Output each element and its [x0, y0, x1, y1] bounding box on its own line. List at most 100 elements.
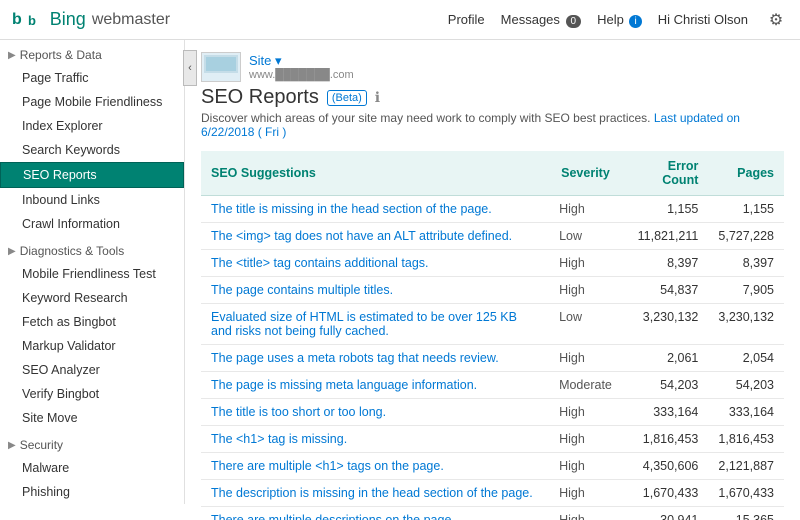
sidebar-group-security[interactable]: ▶ Security	[0, 430, 184, 456]
cell-error-count: 54,837	[622, 277, 709, 304]
table-row: The <img> tag does not have an ALT attri…	[201, 223, 784, 250]
cell-severity: High	[549, 277, 622, 304]
sidebar-item-site-move[interactable]: Site Move	[0, 406, 184, 430]
chevron-down-icon: ▶	[8, 440, 16, 451]
header: b b Bing webmaster Profile Messages 0 He…	[0, 0, 800, 40]
sidebar-section-diagnostics: ▶ Diagnostics & Tools Mobile Friendlines…	[0, 236, 184, 430]
cell-severity: Moderate	[549, 372, 622, 399]
site-header: Site ▾ www.███████.com	[201, 52, 784, 82]
cell-suggestion[interactable]: The page contains multiple titles.	[201, 277, 549, 304]
cell-suggestion[interactable]: The description is missing in the head s…	[201, 480, 549, 507]
sidebar-item-page-mobile-friendliness[interactable]: Page Mobile Friendliness	[0, 90, 184, 114]
cell-severity: High	[549, 250, 622, 277]
sidebar-item-markup-validator[interactable]: Markup Validator	[0, 334, 184, 358]
sidebar-collapse-button[interactable]: ‹	[183, 50, 197, 86]
sidebar-item-index-explorer[interactable]: Index Explorer	[0, 114, 184, 138]
cell-severity: High	[549, 399, 622, 426]
sidebar-item-malware[interactable]: Malware	[0, 456, 184, 480]
messages-link[interactable]: Messages 0	[501, 12, 581, 27]
cell-severity: High	[549, 345, 622, 372]
sidebar-item-crawl-information[interactable]: Crawl Information	[0, 212, 184, 236]
cell-suggestion[interactable]: The title is too short or too long.	[201, 399, 549, 426]
col-pages: Pages	[708, 151, 784, 196]
help-link[interactable]: Help i	[597, 12, 642, 27]
sidebar-item-keyword-research[interactable]: Keyword Research	[0, 286, 184, 310]
table-row: The page is missing meta language inform…	[201, 372, 784, 399]
chevron-down-icon: ▶	[8, 246, 16, 257]
info-icon[interactable]: ℹ	[375, 89, 380, 106]
cell-severity: High	[549, 453, 622, 480]
user-menu[interactable]: Hi Christi Olson	[658, 12, 748, 27]
sidebar-group-diagnostics[interactable]: ▶ Diagnostics & Tools	[0, 236, 184, 262]
profile-link[interactable]: Profile	[448, 12, 485, 27]
sidebar-section-security: ▶ Security Malware Phishing	[0, 430, 184, 504]
sidebar-item-seo-reports[interactable]: SEO Reports	[0, 162, 184, 188]
table-body: The title is missing in the head section…	[201, 196, 784, 520]
page-title-text: SEO Reports	[201, 86, 319, 109]
cell-error-count: 8,397	[622, 250, 709, 277]
cell-severity: High	[549, 507, 622, 520]
cell-error-count: 1,816,453	[622, 426, 709, 453]
sidebar-item-fetch-as-bingbot[interactable]: Fetch as Bingbot	[0, 310, 184, 334]
col-error-count: Error Count	[622, 151, 709, 196]
cell-pages: 333,164	[708, 399, 784, 426]
page-title: SEO Reports (Beta) ℹ	[201, 86, 784, 109]
cell-error-count: 333,164	[622, 399, 709, 426]
settings-icon[interactable]: ⚙	[764, 8, 788, 32]
table-row: The <h1> tag is missing.High1,816,4531,8…	[201, 426, 784, 453]
cell-error-count: 4,350,606	[622, 453, 709, 480]
sidebar-item-verify-bingbot[interactable]: Verify Bingbot	[0, 382, 184, 406]
app-logo-text: Bing	[50, 9, 86, 30]
seo-table: SEO Suggestions Severity Error Count Pag…	[201, 151, 784, 520]
cell-pages: 1,670,433	[708, 480, 784, 507]
bing-logo-icon: b	[28, 12, 44, 28]
table-row: There are multiple <h1> tags on the page…	[201, 453, 784, 480]
table-row: The title is missing in the head section…	[201, 196, 784, 223]
cell-suggestion[interactable]: There are multiple <h1> tags on the page…	[201, 453, 549, 480]
cell-pages: 7,905	[708, 277, 784, 304]
cell-suggestion[interactable]: The page is missing meta language inform…	[201, 372, 549, 399]
sidebar-item-phishing[interactable]: Phishing	[0, 480, 184, 504]
cell-suggestion[interactable]: There are multiple descriptions on the p…	[201, 507, 549, 520]
sidebar-item-page-traffic[interactable]: Page Traffic	[0, 66, 184, 90]
sidebar-group-label: Security	[20, 438, 63, 452]
cell-suggestion[interactable]: The <title> tag contains additional tags…	[201, 250, 549, 277]
chevron-down-icon: ▶	[8, 50, 16, 61]
cell-suggestion[interactable]: The title is missing in the head section…	[201, 196, 549, 223]
subtitle-text: Discover which areas of your site may ne…	[201, 111, 651, 125]
cell-suggestion[interactable]: The <h1> tag is missing.	[201, 426, 549, 453]
subtitle: Discover which areas of your site may ne…	[201, 111, 784, 139]
sidebar-item-mobile-friendliness-test[interactable]: Mobile Friendliness Test	[0, 262, 184, 286]
cell-pages: 2,054	[708, 345, 784, 372]
cell-error-count: 1,155	[622, 196, 709, 223]
cell-pages: 1,155	[708, 196, 784, 223]
cell-severity: High	[549, 196, 622, 223]
logo: b b Bing webmaster	[12, 9, 170, 30]
sidebar-item-search-keywords[interactable]: Search Keywords	[0, 138, 184, 162]
table-row: The title is too short or too long.High3…	[201, 399, 784, 426]
cell-pages: 2,121,887	[708, 453, 784, 480]
sidebar: ▶ Reports & Data Page Traffic Page Mobil…	[0, 40, 185, 504]
cell-severity: High	[549, 426, 622, 453]
cell-pages: 1,816,453	[708, 426, 784, 453]
table-row: The <title> tag contains additional tags…	[201, 250, 784, 277]
sidebar-group-reports-data[interactable]: ▶ Reports & Data	[0, 40, 184, 66]
table-row: Evaluated size of HTML is estimated to b…	[201, 304, 784, 345]
cell-pages: 5,727,228	[708, 223, 784, 250]
help-badge: i	[629, 15, 641, 28]
cell-suggestion[interactable]: Evaluated size of HTML is estimated to b…	[201, 304, 549, 345]
cell-suggestion[interactable]: The <img> tag does not have an ALT attri…	[201, 223, 549, 250]
sidebar-item-seo-analyzer[interactable]: SEO Analyzer	[0, 358, 184, 382]
table-row: The description is missing in the head s…	[201, 480, 784, 507]
sidebar-group-label: Reports & Data	[20, 48, 102, 62]
cell-pages: 15,365	[708, 507, 784, 520]
sidebar-item-inbound-links[interactable]: Inbound Links	[0, 188, 184, 212]
sidebar-section-reports: ▶ Reports & Data Page Traffic Page Mobil…	[0, 40, 184, 236]
beta-badge: (Beta)	[327, 90, 367, 106]
table-header: SEO Suggestions Severity Error Count Pag…	[201, 151, 784, 196]
cell-pages: 54,203	[708, 372, 784, 399]
col-severity: Severity	[549, 151, 622, 196]
site-name[interactable]: Site ▾	[249, 53, 354, 69]
col-seo-suggestions: SEO Suggestions	[201, 151, 549, 196]
cell-suggestion[interactable]: The page uses a meta robots tag that nee…	[201, 345, 549, 372]
